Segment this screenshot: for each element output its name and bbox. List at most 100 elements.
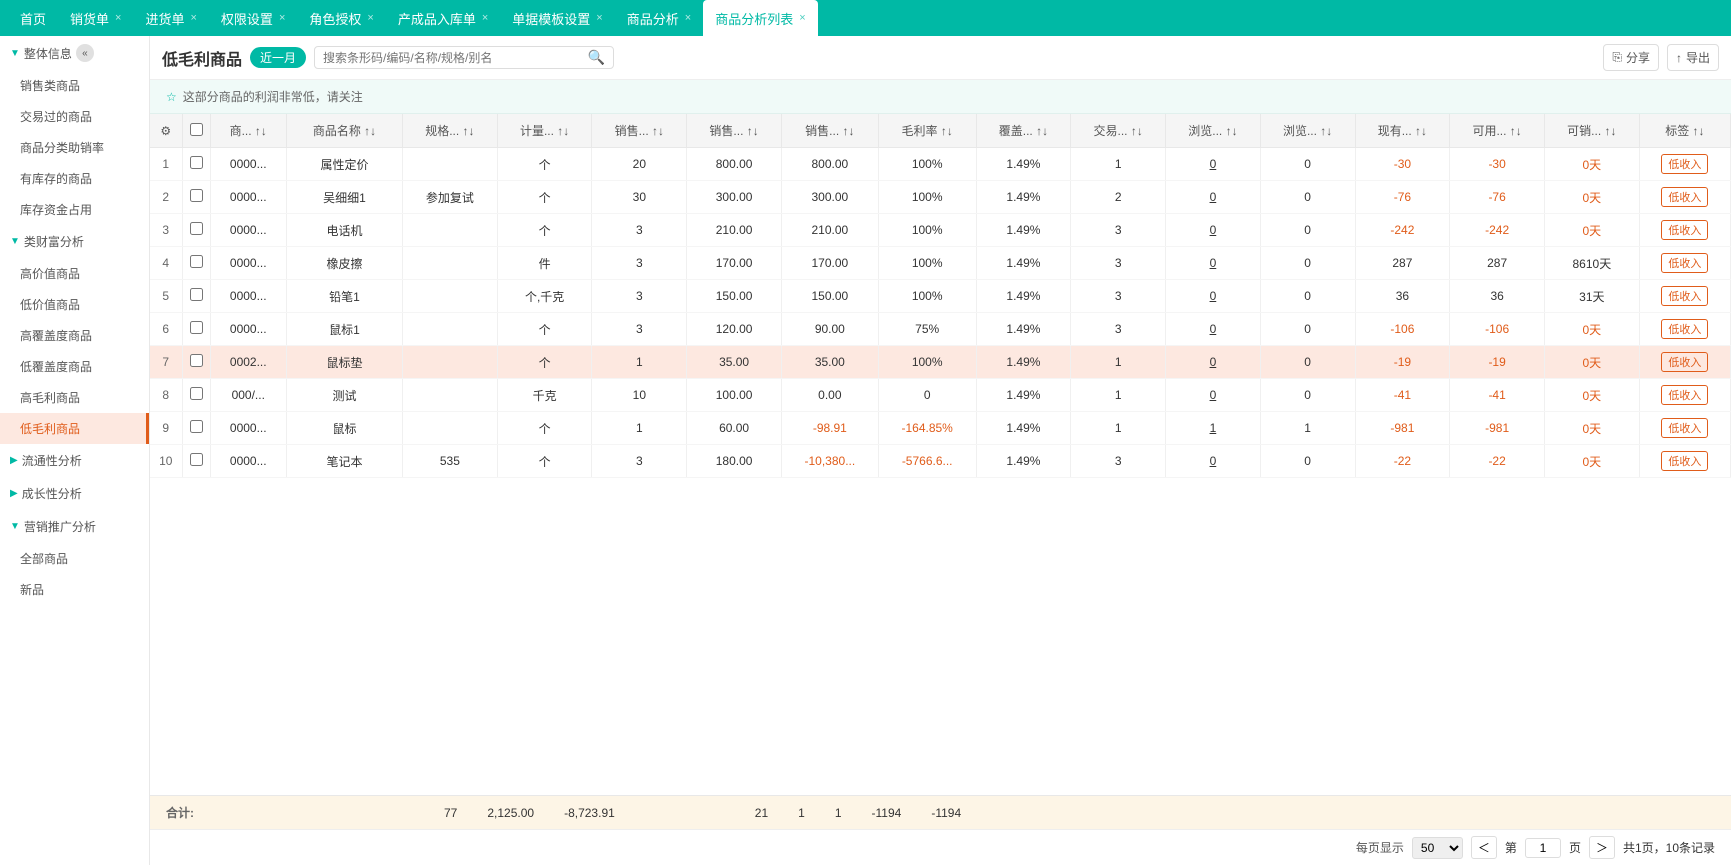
row-select-checkbox[interactable] [190,321,203,334]
row-checkbox[interactable] [182,148,210,181]
row-select-checkbox[interactable] [190,156,203,169]
sidebar-item-inventory-capital[interactable]: 库存资金占用 [0,194,149,225]
sidebar-item-low-margin[interactable]: 低毛利商品 [0,413,149,444]
prev-page-button[interactable]: ＜ [1471,836,1497,859]
row-browse1[interactable]: 0 [1166,280,1261,313]
sidebar-item-traded-products[interactable]: 交易过的商品 [0,101,149,132]
row-tag: 低收入 [1639,247,1730,280]
nav-template-settings[interactable]: 单据模板设置 × [500,0,614,36]
table-area[interactable]: ⚙ 商... ↑↓ 商品名称 ↑↓ 规格... ↑↓ 计量... ↑↓ 销售..… [150,114,1731,795]
row-checkbox[interactable] [182,214,210,247]
row-browse1[interactable]: 0 [1166,346,1261,379]
sidebar-item-all-products[interactable]: 全部商品 [0,543,149,574]
sidebar-item-stocked-products[interactable]: 有库存的商品 [0,163,149,194]
sidebar-item-high-value[interactable]: 高价值商品 [0,258,149,289]
row-browse1[interactable]: 0 [1166,148,1261,181]
col-checkbox-all[interactable] [182,114,210,148]
export-button[interactable]: ↑ 导出 [1667,44,1719,71]
nav-permissions[interactable]: 权限设置 × [209,0,297,36]
row-browse1[interactable]: 0 [1166,379,1261,412]
col-browse1[interactable]: 浏览... ↑↓ [1166,114,1261,148]
sidebar-item-category-rate[interactable]: 商品分类助销率 [0,132,149,163]
select-all-checkbox[interactable] [190,123,203,136]
row-select-checkbox[interactable] [190,222,203,235]
row-browse1[interactable]: 0 [1166,445,1261,478]
col-name[interactable]: 商品名称 ↑↓ [287,114,403,148]
sidebar-group-overall[interactable]: ▼ 整体信息 « [0,36,149,70]
row-select-checkbox[interactable] [190,387,203,400]
col-available[interactable]: 可用... ↑↓ [1450,114,1545,148]
col-sales-amount[interactable]: 销售... ↑↓ [781,114,878,148]
close-icon[interactable]: × [115,12,121,24]
row-checkbox[interactable] [182,379,210,412]
close-icon[interactable]: × [799,12,805,24]
row-checkbox[interactable] [182,346,210,379]
row-select-checkbox[interactable] [190,420,203,433]
col-coverage[interactable]: 覆盖... ↑↓ [976,114,1071,148]
row-select-checkbox[interactable] [190,189,203,202]
search-icon[interactable]: 🔍 [588,49,605,66]
col-sales-price[interactable]: 销售... ↑↓ [687,114,782,148]
sidebar-group-wealth[interactable]: ▼ 类财富分析 [0,225,149,258]
close-icon[interactable]: × [367,12,373,24]
sidebar-group-growth[interactable]: ▶ 成长性分析 [0,477,149,510]
sidebar-item-low-value[interactable]: 低价值商品 [0,289,149,320]
row-coverage: 1.49% [976,148,1071,181]
col-settings[interactable]: ⚙ [150,114,182,148]
sidebar-item-sales-products[interactable]: 销售类商品 [0,70,149,101]
row-unit: 个 [497,214,592,247]
row-select-checkbox[interactable] [190,453,203,466]
nav-sales-order[interactable]: 销货单 × [58,0,133,36]
sidebar-item-new-products[interactable]: 新品 [0,574,149,605]
close-icon[interactable]: × [482,12,488,24]
page-input[interactable] [1525,838,1561,858]
next-page-button[interactable]: ＞ [1589,836,1615,859]
sidebar-group-marketing[interactable]: ▼ 营销推广分析 [0,510,149,543]
row-checkbox[interactable] [182,412,210,445]
row-browse1[interactable]: 0 [1166,214,1261,247]
nav-purchase-order[interactable]: 进货单 × [133,0,208,36]
share-button[interactable]: ⎘ 分享 [1603,44,1659,71]
close-icon[interactable]: × [279,12,285,24]
collapse-btn[interactable]: « [76,44,94,62]
row-browse1[interactable]: 0 [1166,247,1261,280]
close-icon[interactable]: × [685,12,691,24]
search-input[interactable] [323,51,588,65]
row-browse1[interactable]: 0 [1166,181,1261,214]
per-page-label: 每页显示 [1356,839,1404,856]
sidebar-item-low-coverage[interactable]: 低覆盖度商品 [0,351,149,382]
nav-home[interactable]: 首页 [8,0,58,36]
row-browse1[interactable]: 0 [1166,313,1261,346]
row-checkbox[interactable] [182,445,210,478]
row-code: 0000... [210,445,287,478]
sidebar-group-circulation[interactable]: ▶ 流通性分析 [0,444,149,477]
col-browse2[interactable]: 浏览... ↑↓ [1260,114,1355,148]
nav-product-analysis[interactable]: 商品分析 × [615,0,703,36]
col-unit[interactable]: 计量... ↑↓ [497,114,592,148]
col-sales-qty[interactable]: 销售... ↑↓ [592,114,687,148]
row-checkbox[interactable] [182,313,210,346]
row-select-checkbox[interactable] [190,288,203,301]
row-browse1[interactable]: 1 [1166,412,1261,445]
col-sellable[interactable]: 可销... ↑↓ [1544,114,1639,148]
close-icon[interactable]: × [596,12,602,24]
per-page-select[interactable]: 50 100 200 [1412,837,1463,859]
row-checkbox[interactable] [182,181,210,214]
sidebar-item-high-margin[interactable]: 高毛利商品 [0,382,149,413]
col-code[interactable]: 商... ↑↓ [210,114,287,148]
nav-role-auth[interactable]: 角色授权 × [297,0,385,36]
row-select-checkbox[interactable] [190,354,203,367]
col-tag[interactable]: 标签 ↑↓ [1639,114,1730,148]
row-checkbox[interactable] [182,247,210,280]
nav-product-entry[interactable]: 产成品入库单 × [386,0,500,36]
nav-product-analysis-list[interactable]: 商品分析列表 × [703,0,817,36]
close-icon[interactable]: × [190,12,196,24]
col-current-stock[interactable]: 现有... ↑↓ [1355,114,1450,148]
period-button[interactable]: 近一月 [250,47,306,68]
row-select-checkbox[interactable] [190,255,203,268]
col-spec[interactable]: 规格... ↑↓ [403,114,498,148]
sidebar-item-high-coverage[interactable]: 高覆盖度商品 [0,320,149,351]
row-checkbox[interactable] [182,280,210,313]
col-transactions[interactable]: 交易... ↑↓ [1071,114,1166,148]
col-gross-rate[interactable]: 毛利率 ↑↓ [878,114,976,148]
